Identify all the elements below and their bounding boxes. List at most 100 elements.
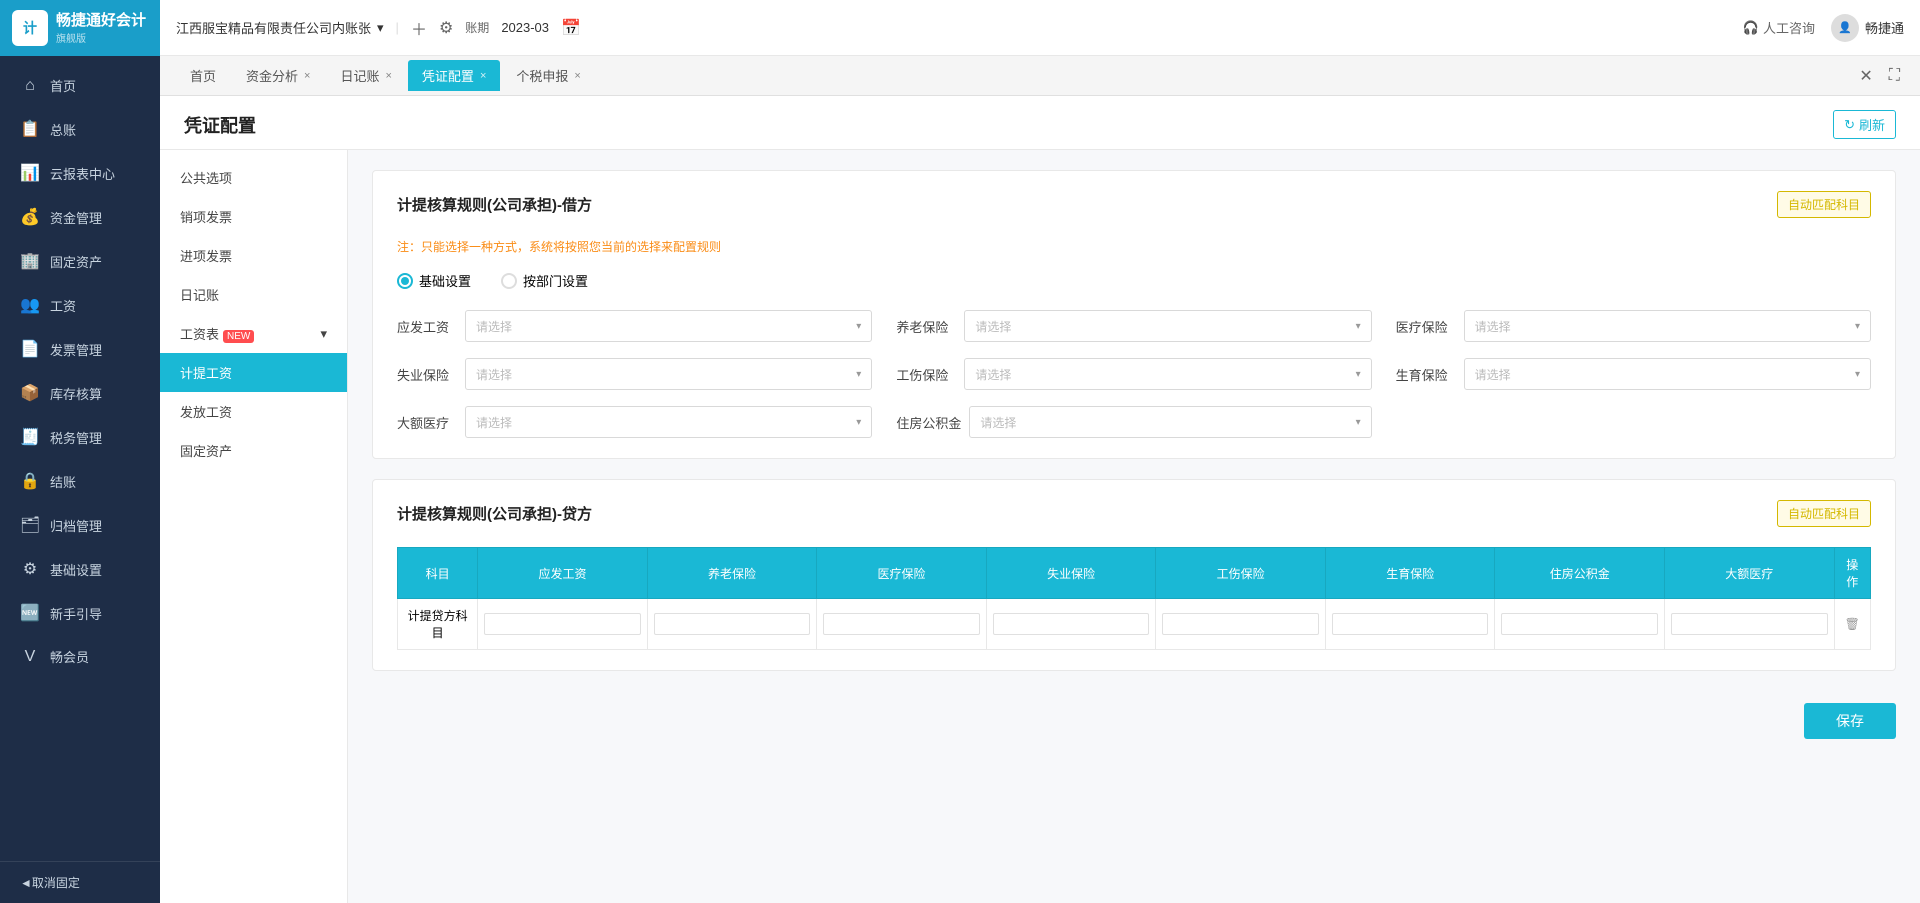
cancel-fixed-button[interactable]: ◄取消固定 (0, 861, 160, 903)
form-select-医疗保险[interactable]: 请选择 ▾ (1464, 310, 1871, 342)
table-input-5[interactable] (1332, 613, 1489, 635)
tab-voucher[interactable]: 凭证配置× (408, 60, 500, 91)
sidebar-item-settings[interactable]: ⚙基础设置 (0, 547, 160, 591)
service-button[interactable]: 🎧 人工咨询 (1743, 18, 1815, 37)
form-select-应发工资[interactable]: 请选择 ▾ (465, 310, 872, 342)
form-label-医疗保险: 医疗保险 (1396, 317, 1456, 336)
add-icon[interactable]: ＋ (411, 16, 427, 40)
table-input-0[interactable] (484, 613, 641, 635)
table-input-7[interactable] (1671, 613, 1828, 635)
sidebar-nav: ⌂首页📋总账📊云报表中心💰资金管理🏢固定资产👥工资 📄 发票管理 📦库存核算 🧾 税务管理… (0, 56, 160, 861)
sub-nav-item-wage_pay[interactable]: 发放工资 (160, 392, 347, 431)
sidebar-label-invoice: 发票管理 (50, 340, 102, 359)
row-cell-4[interactable] (1156, 599, 1326, 650)
tab-close-diary[interactable]: × (385, 70, 391, 82)
settings-icon[interactable]: ⚙ (439, 18, 453, 38)
dept-setting-radio[interactable]: 按部门设置 (501, 271, 588, 290)
dropdown-arrow-工伤保险: ▾ (1356, 369, 1361, 380)
sidebar-item-reports[interactable]: 📊云报表中心 (0, 151, 160, 195)
row-cell-3[interactable] (986, 599, 1156, 650)
page-title: 凭证配置 (184, 112, 256, 138)
expand-tab-button[interactable]: ⛶ (1885, 62, 1904, 90)
archive-icon: 🗂 (20, 515, 40, 535)
sidebar-label-settings: 基础设置 (50, 560, 102, 579)
refresh-button[interactable]: ↻ 刷新 (1833, 110, 1896, 139)
debit-form-grid: 应发工资 请选择 ▾ 养老保险 请选择 ▾ 医疗保险 请选择 ▾ 失业保险 请选… (397, 310, 1871, 438)
sidebar-item-ledger[interactable]: 📋总账 (0, 107, 160, 151)
sidebar-item-archive[interactable]: 🗂归档管理 (0, 503, 160, 547)
table-input-4[interactable] (1162, 613, 1319, 635)
row-cell-5[interactable] (1325, 599, 1495, 650)
sidebar-label-member: 畅会员 (50, 647, 89, 666)
sidebar-item-tax[interactable]: 🧾 税务管理 (0, 415, 160, 459)
home-icon: ⌂ (20, 77, 40, 95)
tax-icon: 🧾 (20, 427, 40, 447)
sidebar-item-member[interactable]: V畅会员 (0, 635, 160, 678)
form-label-生育保险: 生育保险 (1396, 365, 1456, 384)
chevron-down-icon: ▾ (320, 326, 327, 342)
user-info[interactable]: 👤 畅捷通 (1831, 14, 1904, 42)
invoice-icon: 📄 (20, 339, 40, 359)
row-cell-2[interactable] (817, 599, 987, 650)
auto-match-debit-button[interactable]: 自动匹配科目 (1777, 191, 1871, 218)
form-select-养老保险[interactable]: 请选择 ▾ (964, 310, 1371, 342)
form-select-生育保险[interactable]: 请选择 ▾ (1464, 358, 1871, 390)
form-select-工伤保险[interactable]: 请选择 ▾ (964, 358, 1371, 390)
calendar-icon[interactable]: 📅 (561, 18, 581, 38)
user-name: 畅捷通 (1865, 18, 1904, 37)
tab-home[interactable]: 首页 (176, 60, 230, 91)
sub-nav-item-purchase[interactable]: 进项发票 (160, 236, 347, 275)
row-cell-1[interactable] (647, 599, 817, 650)
avatar: 👤 (1831, 14, 1859, 42)
tab-funds[interactable]: 资金分析× (232, 60, 324, 91)
period-label: 账期 (465, 19, 489, 36)
table-input-6[interactable] (1501, 613, 1658, 635)
auto-match-credit-button[interactable]: 自动匹配科目 (1777, 500, 1871, 527)
tab-close-voucher[interactable]: × (480, 70, 486, 82)
content-body: 公共选项销项发票进项发票日记账工资表NEW▾计提工资发放工资固定资产 计提核算规… (160, 150, 1920, 903)
sub-nav-item-public[interactable]: 公共选项 (160, 158, 347, 197)
form-select-住房公积金[interactable]: 请选择 ▾ (969, 406, 1371, 438)
tab-diary[interactable]: 日记账× (326, 60, 405, 91)
sub-nav-group-wage_table[interactable]: 工资表NEW▾ (160, 314, 347, 353)
sidebar-item-invoice[interactable]: 📄 发票管理 (0, 327, 160, 371)
company-selector[interactable]: 江西服宝精品有限责任公司内账张 ▾ (176, 18, 384, 37)
basic-setting-radio[interactable]: 基础设置 (397, 271, 471, 290)
period-value[interactable]: 2023-03 (501, 20, 549, 35)
salary-icon: 👥 (20, 295, 40, 315)
form-label-大额医疗: 大额医疗 (397, 413, 457, 432)
form-select-大额医疗[interactable]: 请选择 ▾ (465, 406, 872, 438)
row-cell-0[interactable] (478, 599, 648, 650)
sub-nav-item-wage_calc[interactable]: 计提工资 (160, 353, 347, 392)
row-operation[interactable]: 🗑 (1834, 599, 1870, 650)
sub-nav-item-sales[interactable]: 销项发票 (160, 197, 347, 236)
sidebar-label-ledger: 总账 (50, 120, 76, 139)
sub-nav-item-fixed_assets[interactable]: 固定资产 (160, 431, 347, 470)
sidebar-item-home[interactable]: ⌂首页 (0, 64, 160, 107)
row-cell-7[interactable] (1665, 599, 1835, 650)
sidebar-label-inventory: 库存核算 (50, 384, 102, 403)
sidebar-item-salary[interactable]: 👥工资 (0, 283, 160, 327)
sidebar-item-assets[interactable]: 🏢固定资产 (0, 239, 160, 283)
sub-nav-item-diary[interactable]: 日记账 (160, 275, 347, 314)
sidebar-item-inventory[interactable]: 📦库存核算 (0, 371, 160, 415)
tab-close-funds[interactable]: × (304, 70, 310, 82)
delete-icon[interactable]: 🗑 (1845, 617, 1860, 631)
form-label-失业保险: 失业保险 (397, 365, 457, 384)
debit-section-header: 计提核算规则(公司承担)-借方 自动匹配科目 (397, 191, 1871, 226)
sidebar-item-guide[interactable]: 🆕新手引导 (0, 591, 160, 635)
sidebar-label-tax: 税务管理 (50, 428, 102, 447)
tab-close-tax[interactable]: × (574, 70, 580, 82)
table-input-3[interactable] (993, 613, 1150, 635)
row-cell-6[interactable] (1495, 599, 1665, 650)
sidebar-item-closing[interactable]: 🔒结账 (0, 459, 160, 503)
close-tab-button[interactable]: ✕ (1855, 62, 1876, 90)
table-input-2[interactable] (823, 613, 980, 635)
sidebar-item-funds[interactable]: 💰资金管理 (0, 195, 160, 239)
save-button[interactable]: 保存 (1804, 703, 1896, 739)
tab-tax[interactable]: 个税申报× (502, 60, 594, 91)
form-select-失业保险[interactable]: 请选择 ▾ (465, 358, 872, 390)
dropdown-arrow-生育保险: ▾ (1855, 369, 1860, 380)
sidebar: 计 畅捷通好会计 旗舰版 ⌂首页📋总账📊云报表中心💰资金管理🏢固定资产👥工资📄发… (0, 0, 160, 903)
table-input-1[interactable] (654, 613, 811, 635)
